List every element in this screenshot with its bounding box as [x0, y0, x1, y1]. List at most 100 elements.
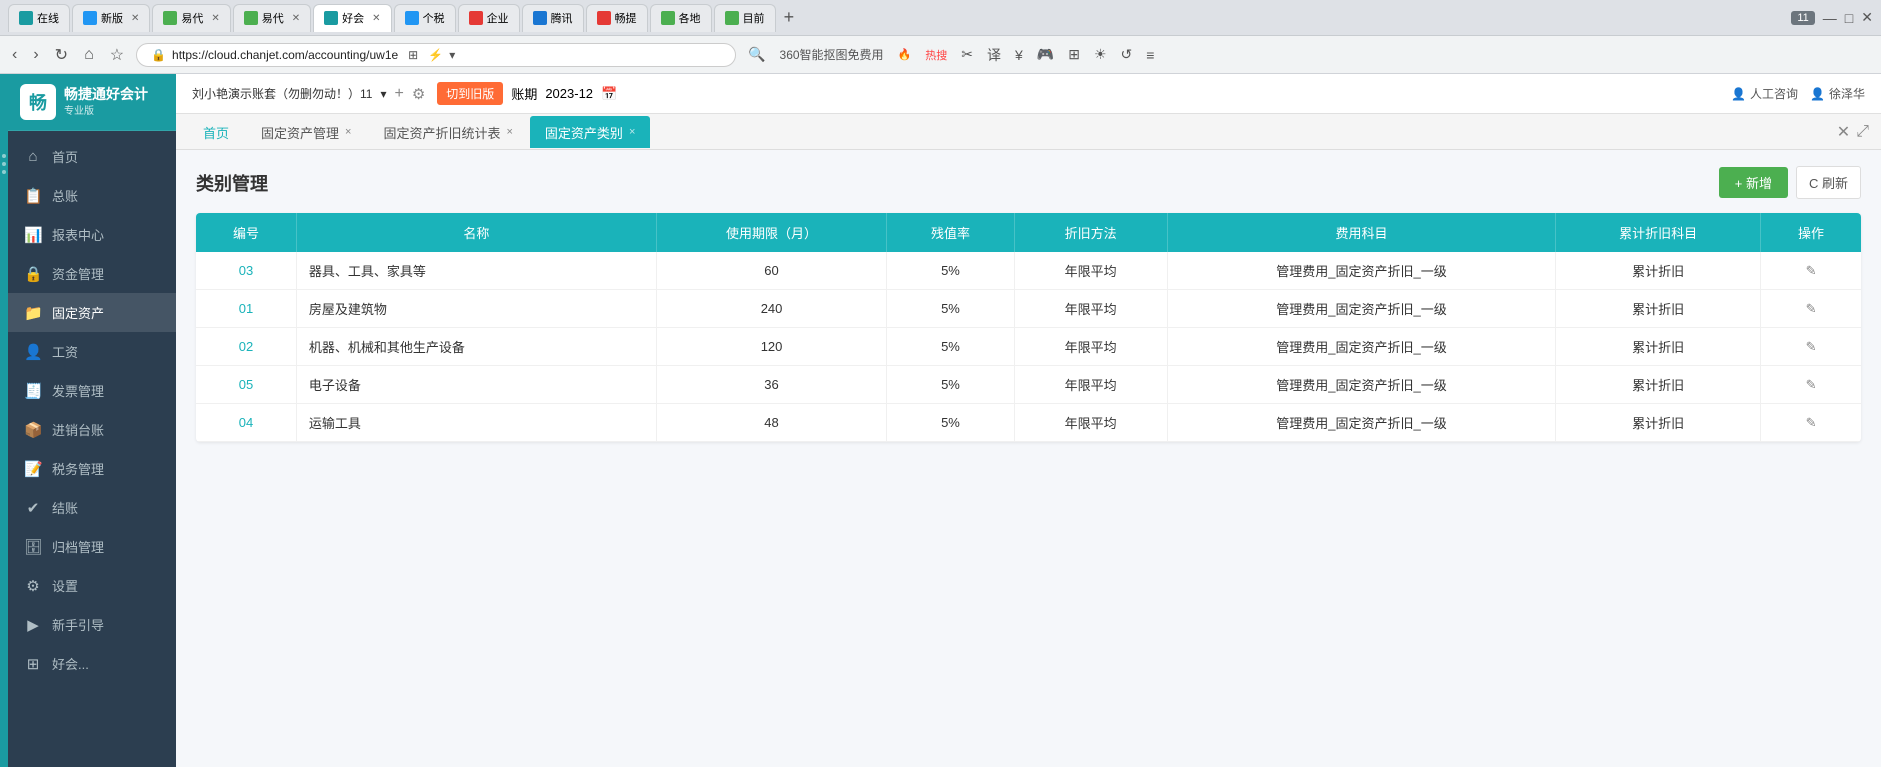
calendar-icon[interactable]: 📅: [601, 86, 617, 102]
tab-label-5: 好会: [342, 10, 364, 26]
sidebar-item-ledger[interactable]: 📋 总账: [8, 176, 176, 215]
sidebar-item-guide[interactable]: ▶ 新手引导: [8, 605, 176, 644]
history-icon[interactable]: ↺: [1117, 44, 1137, 65]
sidebar-item-home[interactable]: ⌂ 首页: [8, 137, 176, 176]
theme-icon[interactable]: ☀: [1090, 44, 1111, 65]
sidebar-item-tax[interactable]: 📝 税务管理: [8, 449, 176, 488]
row1-code[interactable]: 03: [196, 252, 296, 290]
game-icon[interactable]: 🎮: [1033, 44, 1058, 65]
service-button[interactable]: 👤 人工咨询: [1731, 85, 1798, 102]
browser-tab-7[interactable]: 企业: [458, 4, 520, 32]
tab-close-5[interactable]: ✕: [372, 13, 380, 24]
row1-edit-icon[interactable]: ✎: [1806, 263, 1817, 278]
add-account-icon[interactable]: +: [395, 85, 404, 103]
sidebar-item-fixed-assets[interactable]: 📁 固定资产: [8, 293, 176, 332]
browser-tab-10[interactable]: 各地: [650, 4, 712, 32]
tab-close-2[interactable]: ✕: [131, 13, 139, 24]
service-label: 人工咨询: [1750, 85, 1798, 102]
row4-edit-icon[interactable]: ✎: [1806, 377, 1817, 392]
sidebar-item-more[interactable]: ⊞ 好会...: [8, 644, 176, 683]
refresh-button[interactable]: C 刷新: [1796, 166, 1861, 199]
row3-code[interactable]: 02: [196, 328, 296, 366]
row2-op[interactable]: ✎: [1761, 290, 1861, 328]
reload-button[interactable]: ↻: [51, 41, 72, 69]
browser-tab-9[interactable]: 畅提: [586, 4, 648, 32]
wallet-icon[interactable]: ¥: [1011, 45, 1027, 65]
row3-op[interactable]: ✎: [1761, 328, 1861, 366]
window-minimize[interactable]: —: [1823, 10, 1837, 26]
old-version-button[interactable]: 切到旧版: [437, 82, 503, 105]
new-tab-button[interactable]: +: [778, 7, 801, 28]
row5-code[interactable]: 04: [196, 404, 296, 442]
row2-edit-icon[interactable]: ✎: [1806, 301, 1817, 316]
row4-expense: 管理费用_固定资产折旧_一级: [1167, 366, 1556, 404]
browser-tab-8[interactable]: 腾讯: [522, 4, 584, 32]
page-tab-home[interactable]: 首页: [188, 116, 244, 148]
row1-op[interactable]: ✎: [1761, 252, 1861, 290]
page-tab-category-close[interactable]: ×: [629, 126, 635, 138]
row5-op[interactable]: ✎: [1761, 404, 1861, 442]
sidebar-item-archive[interactable]: 🗄 归档管理: [8, 527, 176, 566]
back-button[interactable]: ‹: [8, 42, 21, 68]
browser-tab-1[interactable]: 在线: [8, 4, 70, 32]
th-code: 编号: [196, 213, 296, 252]
row4-code[interactable]: 05: [196, 366, 296, 404]
tab-close-3[interactable]: ✕: [211, 13, 219, 24]
browser-tab-5[interactable]: 好会 ✕: [313, 4, 391, 32]
row2-code[interactable]: 01: [196, 290, 296, 328]
page-tab-depreciation-close[interactable]: ×: [506, 126, 512, 138]
sidebar-item-closing[interactable]: ✔ 结账: [8, 488, 176, 527]
scissors-icon[interactable]: ✂: [957, 44, 977, 65]
tab-close-window[interactable]: ✕: [1837, 122, 1850, 142]
translate-icon[interactable]: 译: [983, 43, 1005, 67]
sidebar-item-reports[interactable]: 📊 报表中心: [8, 215, 176, 254]
row3-residual: 5%: [887, 328, 1014, 366]
settings-icon-top[interactable]: ⚙: [412, 85, 425, 103]
browser-tab-3[interactable]: 易代 ✕: [152, 4, 230, 32]
th-name: 名称: [296, 213, 656, 252]
sidebar-item-funds[interactable]: 🔒 资金管理: [8, 254, 176, 293]
sidebar-item-payroll-label: 工资: [52, 342, 78, 361]
add-button[interactable]: + 新增: [1719, 167, 1788, 198]
menu-icon[interactable]: ≡: [1142, 45, 1158, 65]
page-tab-depreciation-label: 固定资产折旧统计表: [383, 123, 500, 142]
app-layout: 畅 畅捷通好会计 专业版 ⌂ 首页 📋 总账 📊 报表中心 🔒 资金管理: [0, 74, 1881, 767]
browser-tab-6[interactable]: 个税: [394, 4, 456, 32]
user-profile[interactable]: 👤 徐泽华: [1810, 85, 1865, 102]
browser-tab-11[interactable]: 目前: [714, 4, 776, 32]
page-tab-fixed-mgmt[interactable]: 固定资产管理 ×: [246, 116, 366, 148]
browser-tab-4[interactable]: 易代 ✕: [233, 4, 311, 32]
browser-chrome: 在线 新版 ✕ 易代 ✕ 易代 ✕ 好会 ✕ 个税 企业: [0, 0, 1881, 36]
row3-edit-icon[interactable]: ✎: [1806, 339, 1817, 354]
row5-edit-icon[interactable]: ✎: [1806, 415, 1817, 430]
tab-close-4[interactable]: ✕: [292, 13, 300, 24]
sidebar-item-inventory[interactable]: 📦 进销台账: [8, 410, 176, 449]
sidebar-item-settings[interactable]: ⚙ 设置: [8, 566, 176, 605]
grid-icon[interactable]: ⊞: [1064, 44, 1084, 65]
address-bar[interactable]: 🔒 https://cloud.chanjet.com/accounting/u…: [136, 43, 736, 67]
account-dropdown-icon[interactable]: ▾: [380, 87, 386, 101]
sidebar-item-invoice[interactable]: 🧾 发票管理: [8, 371, 176, 410]
page-tab-depreciation[interactable]: 固定资产折旧统计表 ×: [368, 116, 527, 148]
row4-op[interactable]: ✎: [1761, 366, 1861, 404]
page-tab-category[interactable]: 固定资产类别 ×: [530, 116, 650, 148]
page-tab-fixed-mgmt-close[interactable]: ×: [345, 126, 351, 138]
dropdown-icon[interactable]: ▾: [449, 48, 455, 62]
bookmark-button[interactable]: ☆: [106, 41, 128, 69]
sidebar-item-invoice-label: 发票管理: [52, 381, 104, 400]
tab-expand[interactable]: ⤢: [1856, 123, 1869, 141]
row5-method: 年限平均: [1014, 404, 1167, 442]
forward-button[interactable]: ›: [29, 42, 42, 68]
browser-tab-2[interactable]: 新版 ✕: [72, 4, 150, 32]
window-maximize[interactable]: □: [1845, 10, 1853, 26]
payroll-nav-icon: 👤: [24, 343, 42, 361]
tab-actions: ✕ ⤢: [1837, 122, 1869, 142]
logo-icon: 畅: [20, 84, 56, 120]
row1-name: 器具、工具、家具等: [296, 252, 656, 290]
site-info-icon: ⊞: [408, 48, 418, 62]
sidebar-item-payroll[interactable]: 👤 工资: [8, 332, 176, 371]
home-button[interactable]: ⌂: [80, 42, 98, 68]
header-actions: + 新增 C 刷新: [1719, 166, 1861, 199]
window-close[interactable]: ✕: [1861, 9, 1873, 26]
left-edge: [0, 74, 8, 767]
